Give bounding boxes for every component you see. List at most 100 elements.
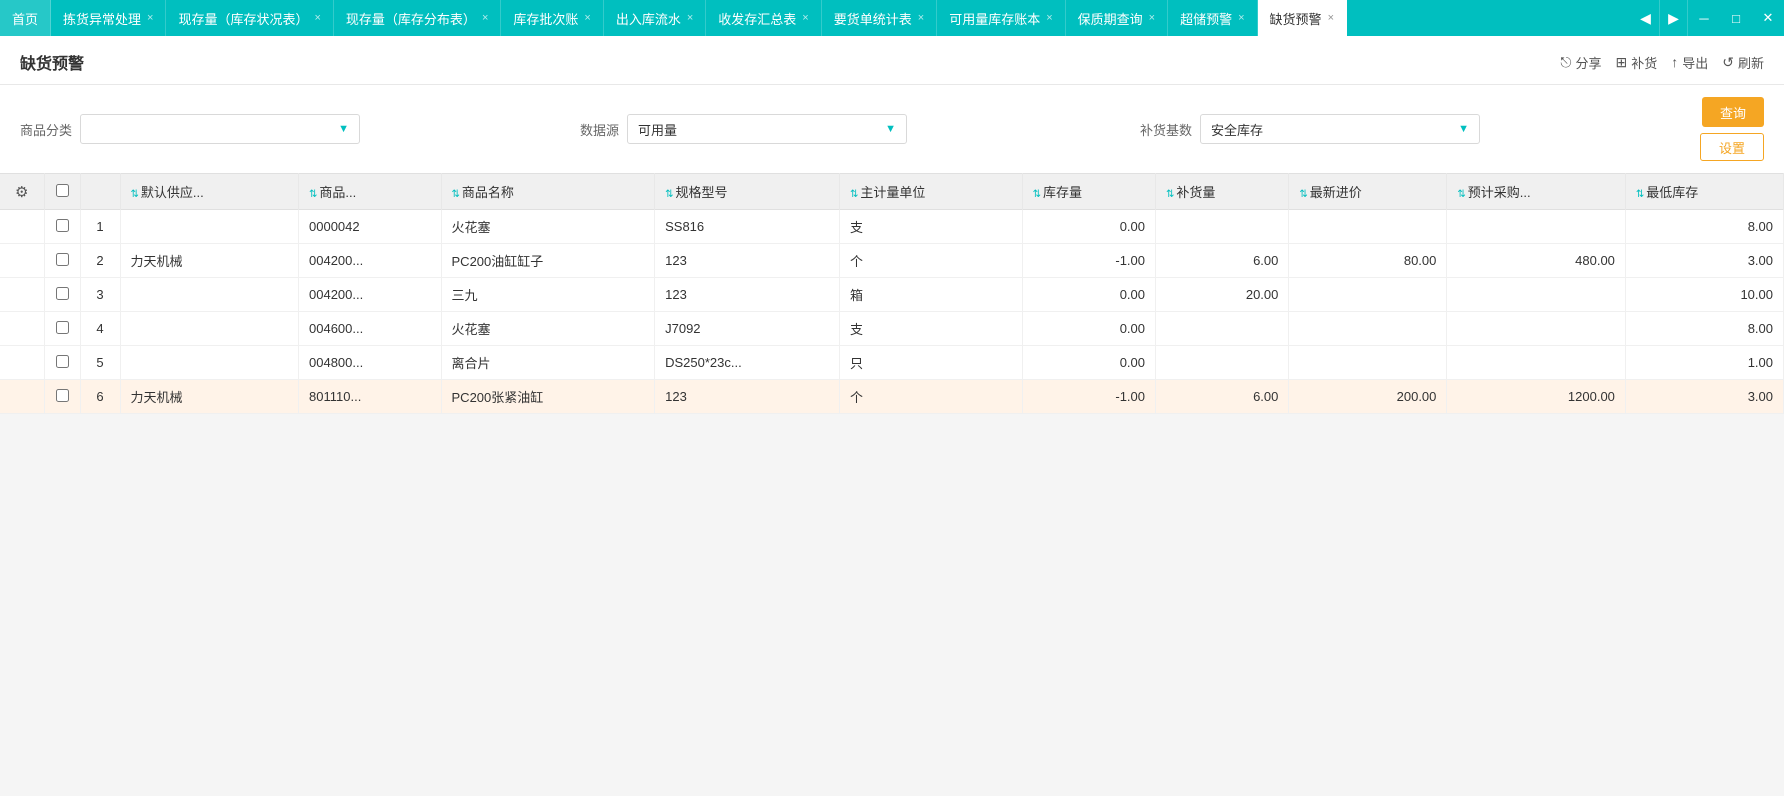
topbar-close-3[interactable]: × — [482, 12, 488, 24]
th-product-name[interactable]: ⇅商品名称 — [441, 174, 655, 210]
topbar-close-11[interactable]: × — [1328, 12, 1334, 24]
topbar-item-5[interactable]: 出入库流水× — [604, 0, 706, 36]
datasource-select[interactable]: 可用量 ▼ — [627, 114, 907, 144]
row-checkbox-0[interactable] — [56, 219, 69, 232]
row-checkbox-1[interactable] — [56, 253, 69, 266]
category-arrow-icon: ▼ — [338, 123, 349, 135]
nav-next-button[interactable]: ▶ — [1660, 0, 1688, 36]
td-unit-1: 个 — [840, 244, 1023, 278]
topbar-item-6[interactable]: 收发存汇总表× — [706, 0, 821, 36]
th-latest-price[interactable]: ⇅最新进价 — [1289, 174, 1447, 210]
td-checkbox-3[interactable] — [44, 312, 80, 346]
datasource-arrow-icon: ▼ — [885, 123, 896, 135]
td-num-5: 6 — [80, 380, 120, 414]
td-name-3: 火花塞 — [441, 312, 655, 346]
replenish-button[interactable]: ⊞ 补货 — [1615, 53, 1657, 72]
td-checkbox-5[interactable] — [44, 380, 80, 414]
th-est-purchase[interactable]: ⇅预计采购... — [1447, 174, 1626, 210]
topbar-close-2[interactable]: × — [314, 12, 320, 24]
th-min-stock[interactable]: ⇅最低库存 — [1625, 174, 1783, 210]
window-max-button[interactable]: □ — [1720, 0, 1752, 36]
th-spec[interactable]: ⇅规格型号 — [655, 174, 840, 210]
td-replenish-3 — [1156, 312, 1289, 346]
td-supplier-1: 力天机械 — [120, 244, 299, 278]
td-min-stock-5: 3.00 — [1625, 380, 1783, 414]
table-row: 6 力天机械 801110... PC200张紧油缸 123 个 -1.00 6… — [0, 380, 1784, 414]
th-unit[interactable]: ⇅主计量单位 — [840, 174, 1023, 210]
datasource-filter-group: 数据源 可用量 ▼ — [580, 114, 1140, 144]
th-product-code[interactable]: ⇅商品... — [299, 174, 442, 210]
nav-prev-button[interactable]: ◀ — [1632, 0, 1660, 36]
topbar-item-9[interactable]: 保质期查询× — [1066, 0, 1168, 36]
td-name-4: 离合片 — [441, 346, 655, 380]
td-est-purchase-5: 1200.00 — [1447, 380, 1626, 414]
topbar-close-8[interactable]: × — [1046, 12, 1052, 24]
td-min-stock-0: 8.00 — [1625, 210, 1783, 244]
replenish-base-value: 安全库存 — [1211, 120, 1263, 139]
topbar-item-2[interactable]: 现存量（库存状况表）× — [166, 0, 333, 36]
td-num-0: 1 — [80, 210, 120, 244]
row-checkbox-4[interactable] — [56, 355, 69, 368]
td-checkbox-0[interactable] — [44, 210, 80, 244]
topbar-item-7[interactable]: 要货单统计表× — [822, 0, 937, 36]
td-min-stock-2: 10.00 — [1625, 278, 1783, 312]
td-checkbox-1[interactable] — [44, 244, 80, 278]
topbar-item-4[interactable]: 库存批次账× — [501, 0, 603, 36]
share-label: 分享 — [1575, 53, 1601, 72]
td-replenish-1: 6.00 — [1156, 244, 1289, 278]
filter-actions: 查询 设置 — [1700, 97, 1764, 161]
td-latest-price-1: 80.00 — [1289, 244, 1447, 278]
row-checkbox-5[interactable] — [56, 389, 69, 402]
window-close-button[interactable]: ✕ — [1752, 0, 1784, 36]
replenish-label: 补货 — [1631, 53, 1657, 72]
share-icon: ⎋ — [1560, 54, 1571, 71]
replenish-base-select[interactable]: 安全库存 ▼ — [1200, 114, 1480, 144]
topbar-item-1[interactable]: 拣货异常处理× — [51, 0, 166, 36]
th-replenish[interactable]: ⇅补货量 — [1156, 174, 1289, 210]
category-select[interactable]: ▼ — [80, 114, 360, 144]
topbar-close-10[interactable]: × — [1238, 12, 1244, 24]
settings-icon[interactable]: ⚙ — [15, 184, 28, 201]
td-replenish-0 — [1156, 210, 1289, 244]
topbar-close-9[interactable]: × — [1149, 12, 1155, 24]
query-button[interactable]: 查询 — [1702, 97, 1764, 127]
replenish-base-arrow-icon: ▼ — [1458, 123, 1469, 135]
td-name-5: PC200张紧油缸 — [441, 380, 655, 414]
topbar-close-1[interactable]: × — [147, 12, 153, 24]
refresh-label: 刷新 — [1738, 53, 1764, 72]
td-settings-5 — [0, 380, 44, 414]
setting-button[interactable]: 设置 — [1700, 133, 1764, 161]
window-min-button[interactable]: － — [1688, 0, 1720, 36]
td-est-purchase-3 — [1447, 312, 1626, 346]
topbar-close-7[interactable]: × — [918, 12, 924, 24]
td-replenish-5: 6.00 — [1156, 380, 1289, 414]
topbar-close-4[interactable]: × — [584, 12, 590, 24]
td-checkbox-4[interactable] — [44, 346, 80, 380]
th-stock[interactable]: ⇅库存量 — [1022, 174, 1155, 210]
topbar-item-8[interactable]: 可用量库存账本× — [937, 0, 1065, 36]
row-checkbox-2[interactable] — [56, 287, 69, 300]
th-default-supplier[interactable]: ⇅默认供应... — [120, 174, 299, 210]
replenish-base-label: 补货基数 — [1140, 120, 1192, 139]
export-button[interactable]: ↑ 导出 — [1671, 53, 1708, 72]
td-min-stock-1: 3.00 — [1625, 244, 1783, 278]
table-container: ⚙ ⇅默认供应... ⇅商品... ⇅商品名称 — [0, 173, 1784, 414]
topbar-close-5[interactable]: × — [687, 12, 693, 24]
td-checkbox-2[interactable] — [44, 278, 80, 312]
topbar-item-11[interactable]: 缺货预警× — [1258, 0, 1347, 36]
category-filter-group: 商品分类 ▼ — [20, 114, 580, 144]
topbar-item-10[interactable]: 超储预警× — [1168, 0, 1257, 36]
topbar-close-6[interactable]: × — [802, 12, 808, 24]
td-stock-1: -1.00 — [1022, 244, 1155, 278]
topbar-item-3[interactable]: 现存量（库存分布表）× — [334, 0, 501, 36]
row-checkbox-3[interactable] — [56, 321, 69, 334]
sort-min-icon: ⇅ — [1636, 189, 1644, 200]
topbar: 首页拣货异常处理×现存量（库存状况表）×现存量（库存分布表）×库存批次账×出入库… — [0, 0, 1784, 36]
td-spec-1: 123 — [655, 244, 840, 278]
select-all-checkbox[interactable] — [56, 184, 69, 197]
topbar-item-0[interactable]: 首页 — [0, 0, 51, 36]
share-button[interactable]: ⎋ 分享 — [1560, 53, 1601, 72]
td-settings-2 — [0, 278, 44, 312]
refresh-button[interactable]: ↺ 刷新 — [1722, 53, 1764, 72]
page-title: 缺货预警 — [20, 50, 84, 74]
